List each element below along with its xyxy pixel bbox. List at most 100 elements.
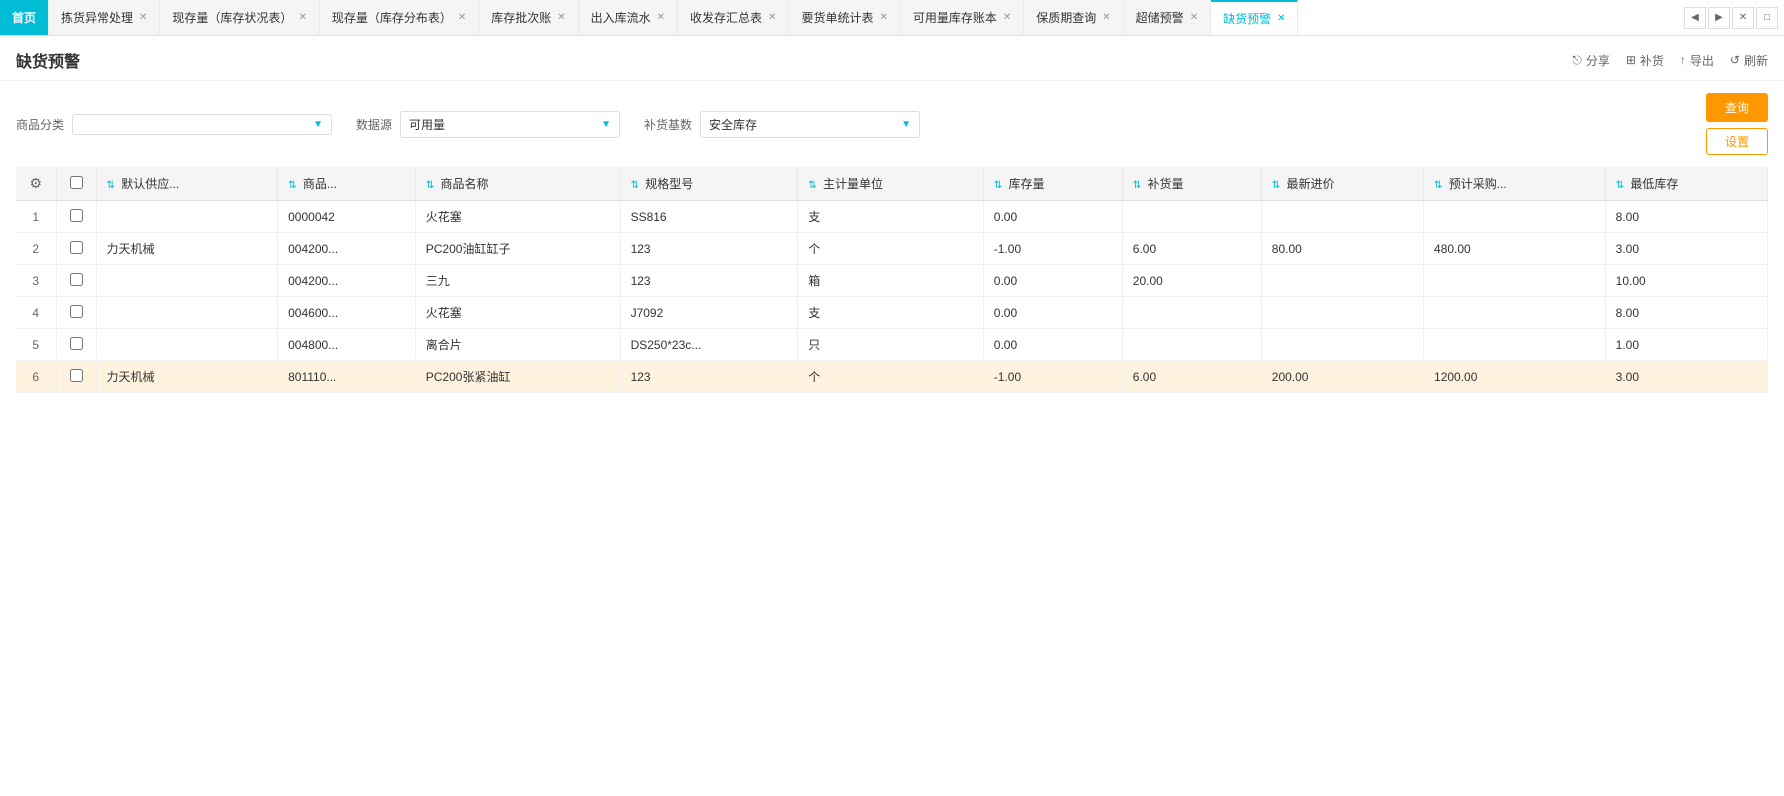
close-icon[interactable]: ✕: [298, 12, 306, 23]
tab-label: 现存量（库存状况表）: [172, 9, 292, 26]
refresh-icon: ↺: [1730, 53, 1740, 67]
nav-expand-button[interactable]: □: [1756, 7, 1778, 29]
settings-icon[interactable]: ⚙: [29, 175, 42, 191]
close-icon[interactable]: ✕: [1102, 12, 1110, 23]
th-replenish[interactable]: 补货量: [1122, 167, 1261, 201]
cell-latest-price: 80.00: [1261, 233, 1423, 265]
th-name[interactable]: 商品名称: [415, 167, 620, 201]
tab-home-label: 首页: [12, 9, 36, 26]
tab-expiry[interactable]: 保质期查询 ✕: [1024, 0, 1123, 35]
close-icon[interactable]: ✕: [879, 12, 887, 23]
settings-button[interactable]: 设置: [1706, 128, 1768, 155]
tab-picking-exception[interactable]: 拣货异常处理 ✕: [49, 0, 160, 35]
query-button[interactable]: 查询: [1706, 93, 1768, 122]
cell-code: 004200...: [278, 233, 416, 265]
tab-inventory-dist[interactable]: 现存量（库存分布表） ✕: [320, 0, 479, 35]
row-checkbox-cell[interactable]: [56, 233, 96, 265]
row-checkbox[interactable]: [70, 337, 83, 350]
table-row[interactable]: 2 力天机械 004200... PC200油缸缸子 123 个 -1.00 6…: [16, 233, 1768, 265]
th-latest-price-label: 最新进价: [1287, 177, 1335, 191]
tab-inventory-status[interactable]: 现存量（库存状况表） ✕: [160, 0, 319, 35]
row-checkbox[interactable]: [70, 369, 83, 382]
th-stock[interactable]: 库存量: [983, 167, 1122, 201]
close-icon[interactable]: ✕: [1277, 13, 1285, 24]
refresh-label: 刷新: [1744, 52, 1768, 69]
close-icon[interactable]: ✕: [557, 12, 565, 23]
close-icon[interactable]: ✕: [657, 12, 665, 23]
tab-inout-flow[interactable]: 出入库流水 ✕: [579, 0, 678, 35]
cell-unit: 只: [798, 329, 984, 361]
replenish-base-select[interactable]: 安全库存 ▼: [700, 111, 920, 138]
table-row[interactable]: 6 力天机械 801110... PC200张紧油缸 123 个 -1.00 6…: [16, 361, 1768, 393]
share-button[interactable]: ⎋ 分享: [1572, 52, 1610, 69]
tab-label: 拣货异常处理: [61, 9, 133, 26]
table-row[interactable]: 3 004200... 三九 123 箱 0.00 20.00 10.00: [16, 265, 1768, 297]
row-checkbox[interactable]: [70, 305, 83, 318]
datasource-select[interactable]: 可用量 ▼: [400, 111, 620, 138]
th-supplier[interactable]: 默认供应...: [96, 167, 278, 201]
chevron-down-icon: ▼: [901, 119, 911, 130]
replenish-button[interactable]: ⊞ 补货: [1626, 52, 1664, 69]
cell-stock: 0.00: [983, 265, 1122, 297]
nav-next-button[interactable]: ▶: [1708, 7, 1730, 29]
share-label: 分享: [1586, 52, 1610, 69]
th-unit[interactable]: 主计量单位: [798, 167, 984, 201]
replenish-base-filter: 补货基数 安全库存 ▼: [644, 111, 920, 138]
refresh-button[interactable]: ↺ 刷新: [1730, 52, 1768, 69]
export-button[interactable]: ↑ 导出: [1680, 52, 1714, 69]
tab-home[interactable]: 首页: [0, 0, 49, 35]
cell-min-stock: 8.00: [1605, 201, 1767, 233]
th-spec[interactable]: 规格型号: [620, 167, 798, 201]
table-row[interactable]: 1 0000042 火花塞 SS816 支 0.00 8.00: [16, 201, 1768, 233]
row-checkbox[interactable]: [70, 273, 83, 286]
tab-batch-account[interactable]: 库存批次账 ✕: [479, 0, 578, 35]
row-checkbox-cell[interactable]: [56, 361, 96, 393]
nav-controls: ◀ ▶ ✕ □: [1678, 7, 1784, 29]
page-header: 缺货预警 ⎋ 分享 ⊞ 补货 ↑ 导出 ↺ 刷新: [0, 36, 1784, 81]
close-icon[interactable]: ✕: [1190, 12, 1198, 23]
table-row[interactable]: 4 004600... 火花塞 J7092 支 0.00 8.00: [16, 297, 1768, 329]
cell-name: 火花塞: [415, 201, 620, 233]
cell-est-purchase: [1424, 265, 1606, 297]
cell-spec: 123: [620, 233, 798, 265]
cell-supplier: [96, 329, 278, 361]
tab-requisition[interactable]: 要货单统计表 ✕: [789, 0, 900, 35]
cell-code: 0000042: [278, 201, 416, 233]
th-code[interactable]: 商品...: [278, 167, 416, 201]
close-icon[interactable]: ✕: [768, 12, 776, 23]
cell-min-stock: 8.00: [1605, 297, 1767, 329]
close-icon[interactable]: ✕: [1003, 12, 1011, 23]
close-icon[interactable]: ✕: [458, 12, 466, 23]
tab-shortage[interactable]: 缺货预警 ✕: [1211, 0, 1298, 35]
th-min-stock[interactable]: 最低库存: [1605, 167, 1767, 201]
cell-est-purchase: 1200.00: [1424, 361, 1606, 393]
th-min-stock-label: 最低库存: [1630, 177, 1678, 191]
row-checkbox-cell[interactable]: [56, 329, 96, 361]
nav-prev-button[interactable]: ◀: [1684, 7, 1706, 29]
table-row[interactable]: 5 004800... 离合片 DS250*23c... 只 0.00 1.00: [16, 329, 1768, 361]
th-replenish-label: 补货量: [1148, 177, 1184, 191]
cell-code: 801110...: [278, 361, 416, 393]
th-latest-price[interactable]: 最新进价: [1261, 167, 1423, 201]
th-est-purchase[interactable]: 预计采购...: [1424, 167, 1606, 201]
tab-overstock[interactable]: 超储预警 ✕: [1124, 0, 1211, 35]
row-checkbox-cell[interactable]: [56, 201, 96, 233]
select-all-checkbox[interactable]: [70, 176, 83, 189]
cell-stock: 0.00: [983, 201, 1122, 233]
nav-close-button[interactable]: ✕: [1732, 7, 1754, 29]
row-checkbox-cell[interactable]: [56, 297, 96, 329]
row-checkbox[interactable]: [70, 209, 83, 222]
tab-available-ledger[interactable]: 可用量库存账本 ✕: [901, 0, 1024, 35]
category-select[interactable]: ▼: [72, 114, 332, 135]
cell-name: 三九: [415, 265, 620, 297]
close-icon[interactable]: ✕: [139, 12, 147, 23]
cell-name: PC200油缸缸子: [415, 233, 620, 265]
page-container: 缺货预警 ⎋ 分享 ⊞ 补货 ↑ 导出 ↺ 刷新 商品分类: [0, 36, 1784, 796]
tab-summary[interactable]: 收发存汇总表 ✕: [678, 0, 789, 35]
row-checkbox-cell[interactable]: [56, 265, 96, 297]
row-number: 5: [16, 329, 56, 361]
cell-min-stock: 3.00: [1605, 233, 1767, 265]
cell-replenish: [1122, 329, 1261, 361]
row-checkbox[interactable]: [70, 241, 83, 254]
category-filter: 商品分类 ▼: [16, 114, 332, 135]
